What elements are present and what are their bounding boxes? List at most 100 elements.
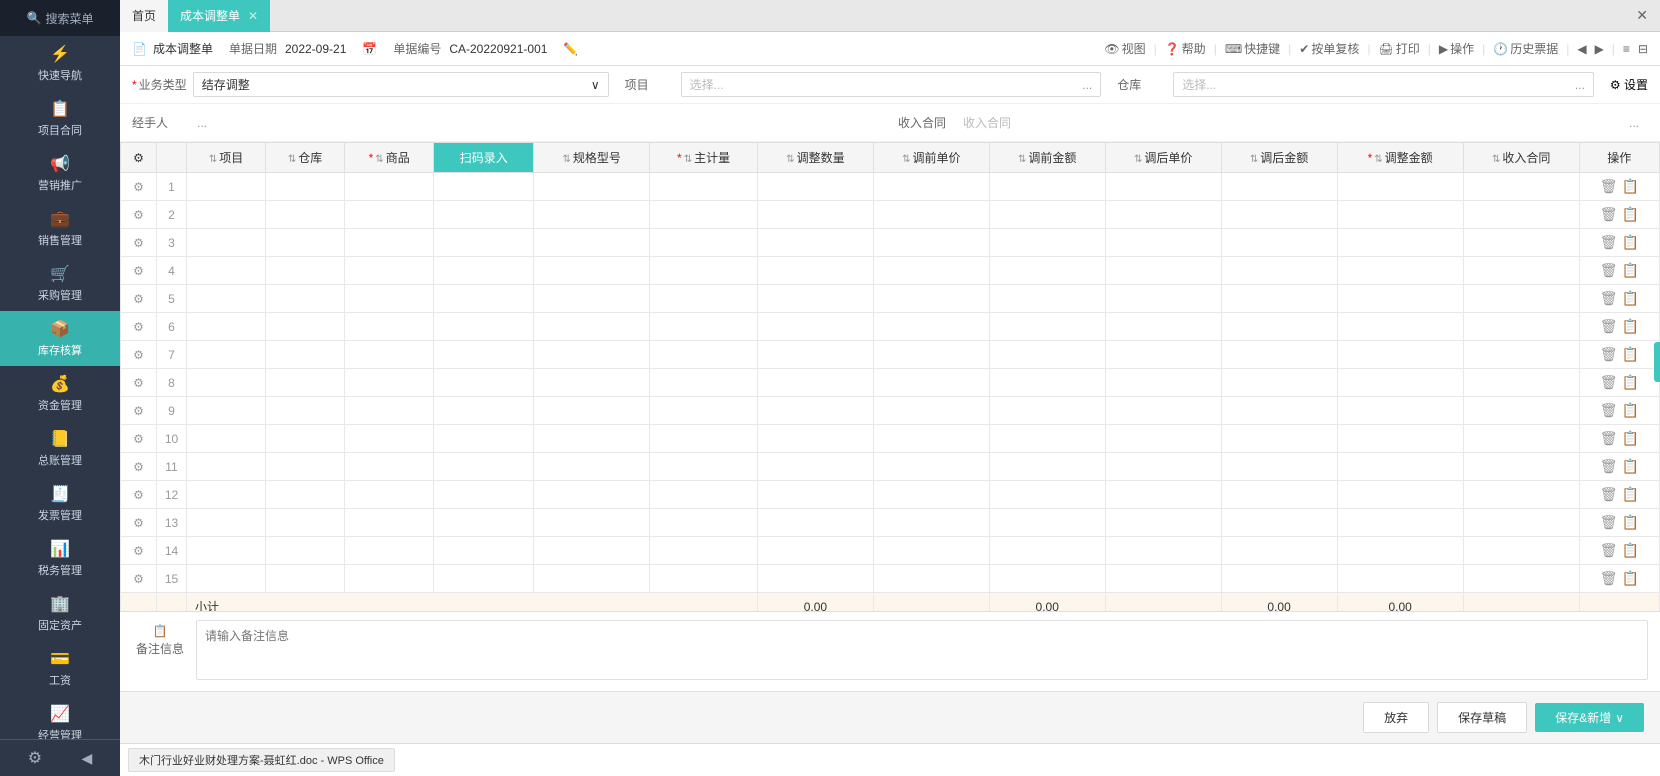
row-income-contract[interactable] [1463,313,1579,341]
table-header-pre-amount[interactable]: ⇅调前金额 [989,143,1105,173]
table-header-post-unit-price[interactable]: ⇅调后单价 [1105,143,1221,173]
row-income-contract[interactable] [1463,509,1579,537]
row-unit[interactable] [650,173,758,201]
row-scan[interactable] [434,565,534,593]
row-goods[interactable] [345,397,434,425]
tab-close-icon[interactable]: ✕ [248,9,258,23]
delete-row-icon[interactable]: 🗑 [1600,178,1618,195]
copy-row-icon[interactable]: 📋 [1621,234,1638,251]
row-income-contract[interactable] [1463,425,1579,453]
row-adj-qty[interactable] [757,341,873,369]
row-goods[interactable] [345,229,434,257]
handler-dots[interactable]: ... [197,116,207,130]
row-project[interactable] [187,257,266,285]
row-adj-qty[interactable] [757,509,873,537]
table-header-scan[interactable]: 扫码录入 [434,143,534,173]
row-warehouse[interactable] [266,257,345,285]
row-post-unit-price[interactable] [1105,425,1221,453]
row-project[interactable] [187,341,266,369]
row-project[interactable] [187,285,266,313]
row-scan[interactable] [434,201,534,229]
row-warehouse[interactable] [266,481,345,509]
row-goods[interactable] [345,565,434,593]
project-dots[interactable]: ... [1082,78,1092,92]
row-post-amount[interactable] [1221,425,1337,453]
row-gear[interactable]: ⚙ [121,285,157,313]
row-scan[interactable] [434,453,534,481]
warehouse-select[interactable]: 选择... ... [1173,72,1594,97]
sidebar-item-ledger-mgmt[interactable]: 📒 总账管理 [0,421,120,476]
row-post-amount[interactable] [1221,537,1337,565]
row-pre-unit-price[interactable] [873,537,989,565]
row-goods[interactable] [345,341,434,369]
row-warehouse[interactable] [266,509,345,537]
notes-toggle[interactable]: 📋 备注信息 [132,620,188,661]
row-post-unit-price[interactable] [1105,229,1221,257]
row-warehouse[interactable] [266,285,345,313]
row-unit[interactable] [650,481,758,509]
row-adj-qty[interactable] [757,257,873,285]
row-post-unit-price[interactable] [1105,173,1221,201]
row-post-amount[interactable] [1221,341,1337,369]
row-adj-amount[interactable] [1337,425,1463,453]
row-pre-amount[interactable] [989,285,1105,313]
row-post-amount[interactable] [1221,509,1337,537]
sidebar-item-ops-mgmt[interactable]: 📈 经营管理 [0,696,120,739]
row-pre-amount[interactable] [989,565,1105,593]
row-unit[interactable] [650,313,758,341]
row-project[interactable] [187,313,266,341]
warehouse-dots[interactable]: ... [1575,78,1585,92]
row-project[interactable] [187,173,266,201]
delete-row-icon[interactable]: 🗑 [1600,486,1618,503]
sidebar-item-tax-mgmt[interactable]: 📊 税务管理 [0,531,120,586]
save-new-button[interactable]: 保存&新增 ∨ [1535,703,1644,732]
row-post-amount[interactable] [1221,397,1337,425]
settings-icon[interactable]: ⚙ [28,748,42,768]
delete-row-icon[interactable]: 🗑 [1600,402,1618,419]
delete-row-icon[interactable]: 🗑 [1600,430,1618,447]
row-post-unit-price[interactable] [1105,341,1221,369]
row-scan[interactable] [434,369,534,397]
row-goods[interactable] [345,313,434,341]
row-post-unit-price[interactable] [1105,257,1221,285]
row-pre-unit-price[interactable] [873,481,989,509]
row-adj-qty[interactable] [757,285,873,313]
row-scan[interactable] [434,257,534,285]
row-warehouse[interactable] [266,229,345,257]
row-project[interactable] [187,565,266,593]
taskbar-wps-item[interactable]: 木门行业好业财处理方案-聂虹红.doc - WPS Office [128,748,395,772]
row-scan[interactable] [434,173,534,201]
row-warehouse[interactable] [266,369,345,397]
row-post-amount[interactable] [1221,173,1337,201]
row-adj-amount[interactable] [1337,313,1463,341]
settings-button[interactable]: ⚙ 设置 [1610,76,1648,93]
row-pre-unit-price[interactable] [873,453,989,481]
table-header-adj-qty[interactable]: ⇅调整数量 [757,143,873,173]
row-pre-unit-price[interactable] [873,341,989,369]
row-unit[interactable] [650,565,758,593]
row-pre-amount[interactable] [989,537,1105,565]
row-pre-amount[interactable] [989,397,1105,425]
row-adj-amount[interactable] [1337,285,1463,313]
row-post-unit-price[interactable] [1105,537,1221,565]
row-pre-unit-price[interactable] [873,369,989,397]
row-spec[interactable] [534,425,650,453]
row-spec[interactable] [534,565,650,593]
income-contract-input[interactable]: 收入合同 ... [954,110,1648,135]
row-post-unit-price[interactable] [1105,201,1221,229]
delete-row-icon[interactable]: 🗑 [1600,262,1618,279]
row-adj-amount[interactable] [1337,481,1463,509]
row-project[interactable] [187,509,266,537]
sidebar-item-payroll[interactable]: 💳 工资 [0,641,120,696]
row-income-contract[interactable] [1463,369,1579,397]
row-project[interactable] [187,537,266,565]
sidebar-search[interactable]: 🔍 搜索菜单 [27,10,94,27]
row-pre-unit-price[interactable] [873,565,989,593]
row-adj-amount[interactable] [1337,257,1463,285]
row-adj-qty[interactable] [757,369,873,397]
sidebar-search-bar[interactable]: 🔍 搜索菜单 [0,0,120,36]
row-pre-amount[interactable] [989,313,1105,341]
save-new-arrow-icon[interactable]: ∨ [1615,711,1624,725]
row-post-unit-price[interactable] [1105,565,1221,593]
row-adj-amount[interactable] [1337,341,1463,369]
